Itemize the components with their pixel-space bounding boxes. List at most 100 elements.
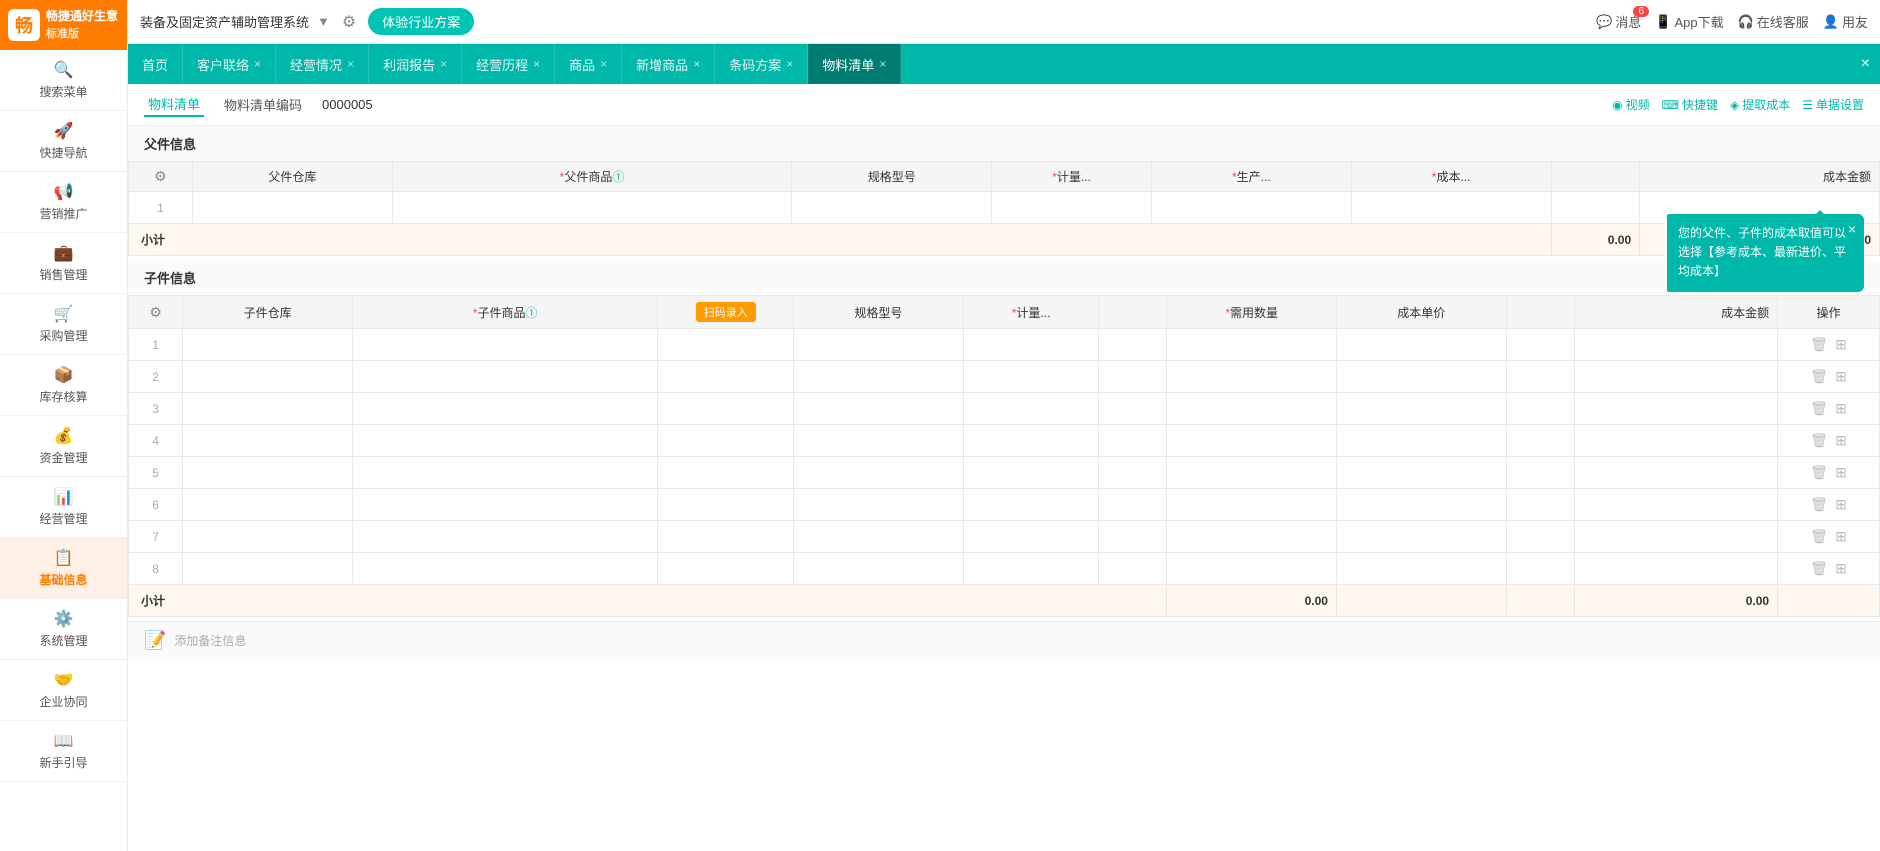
child-row-2-copy[interactable]: ⊞ (1835, 368, 1847, 384)
child-row-3-warehouse[interactable] (183, 393, 353, 425)
parent-row-1-produce[interactable] (1151, 192, 1351, 224)
child-row-3-spec[interactable] (794, 393, 964, 425)
child-row-6-delete[interactable]: 🗑 (1810, 496, 1828, 512)
topbar-select-arrow[interactable]: ▼ (317, 14, 330, 29)
tab-bom-close[interactable]: × (879, 57, 886, 71)
child-row-8-delete[interactable]: 🗑 (1810, 560, 1828, 576)
sidebar-item-search[interactable]: 🔍 搜索菜单 (0, 50, 127, 111)
tab-operations-close[interactable]: × (347, 57, 354, 71)
child-row-7-unit[interactable] (963, 521, 1099, 553)
child-row-5-warehouse[interactable] (183, 457, 353, 489)
message-button[interactable]: 💬 消息 6 (1596, 12, 1641, 31)
child-row-4-unit-cost[interactable] (1336, 425, 1506, 457)
child-row-6-copy[interactable]: ⊞ (1835, 496, 1847, 512)
child-row-7-delete[interactable]: 🗑 (1810, 528, 1828, 544)
view-action[interactable]: ◉ 视频 (1612, 96, 1650, 113)
child-row-5-copy[interactable]: ⊞ (1835, 464, 1847, 480)
user-avatar[interactable]: 👤 用友 (1823, 12, 1868, 31)
child-row-5-unit-cost[interactable] (1336, 457, 1506, 489)
child-row-1-unit-cost[interactable] (1336, 329, 1506, 361)
tab-bom[interactable]: 物料清单 × (808, 44, 901, 84)
sidebar-item-enterprise[interactable]: 🤝 企业协同 (0, 660, 127, 721)
scan-button[interactable]: 扫码录入 (696, 302, 756, 322)
sidebar-item-quick-nav[interactable]: 🚀 快捷导航 (0, 111, 127, 172)
child-row-5-delete[interactable]: 🗑 (1810, 464, 1828, 480)
sub-tab-bom[interactable]: 物料清单 (144, 92, 204, 117)
child-row-4-spec[interactable] (794, 425, 964, 457)
app-download-button[interactable]: 📱 App下载 (1655, 12, 1723, 31)
child-row-7-spec[interactable] (794, 521, 964, 553)
child-row-7-copy[interactable]: ⊞ (1835, 528, 1847, 544)
child-row-1-warehouse[interactable] (183, 329, 353, 361)
tab-goods[interactable]: 商品 × (555, 44, 622, 84)
child-row-8-unit-cost[interactable] (1336, 553, 1506, 585)
sidebar-item-sales[interactable]: 💼 销售管理 (0, 233, 127, 294)
child-row-6-unit[interactable] (963, 489, 1099, 521)
sidebar-item-purchase[interactable]: 🛒 采购管理 (0, 294, 127, 355)
child-row-7-warehouse[interactable] (183, 521, 353, 553)
sidebar-item-system[interactable]: ⚙️ 系统管理 (0, 599, 127, 660)
child-row-2-spec[interactable] (794, 361, 964, 393)
child-row-4-warehouse[interactable] (183, 425, 353, 457)
child-row-4-copy[interactable]: ⊞ (1835, 432, 1847, 448)
child-row-4-unit[interactable] (963, 425, 1099, 457)
parent-row-1-unit[interactable] (992, 192, 1152, 224)
child-row-1-spec[interactable] (794, 329, 964, 361)
experience-btn[interactable]: 体验行业方案 (368, 8, 474, 35)
parent-row-1-cost[interactable] (1351, 192, 1551, 224)
child-row-1-qty[interactable] (1167, 329, 1337, 361)
child-row-4-qty[interactable] (1167, 425, 1337, 457)
sidebar-item-finance[interactable]: 💰 资金管理 (0, 416, 127, 477)
child-row-2-delete[interactable]: 🗑 (1810, 368, 1828, 384)
child-row-1-unit[interactable] (963, 329, 1099, 361)
nav-next[interactable]: ▶ (427, 96, 450, 113)
child-row-3-unit[interactable] (963, 393, 1099, 425)
child-row-8-unit[interactable] (963, 553, 1099, 585)
sidebar-item-inventory[interactable]: 📦 库存核算 (0, 355, 127, 416)
parent-row-1-spec[interactable] (792, 192, 992, 224)
child-row-8-spec[interactable] (794, 553, 964, 585)
tab-goods-close[interactable]: × (600, 57, 607, 71)
tab-profit[interactable]: 利润报告 × (369, 44, 462, 84)
child-row-1-copy[interactable]: ⊞ (1835, 336, 1847, 352)
child-row-3-delete[interactable]: 🗑 (1810, 400, 1828, 416)
online-service-button[interactable]: 🎧 在线客服 (1738, 12, 1809, 31)
child-row-5-qty[interactable] (1167, 457, 1337, 489)
child-row-6-goods[interactable] (352, 489, 657, 521)
extract-cost-action[interactable]: ◈ 提取成本 (1730, 96, 1790, 113)
sidebar-item-operations[interactable]: 📊 经营管理 (0, 477, 127, 538)
child-row-8-goods[interactable] (352, 553, 657, 585)
tab-customer-close[interactable]: × (254, 57, 261, 71)
shortcut-action[interactable]: ⌨ 快捷键 (1662, 96, 1718, 113)
tab-profit-close[interactable]: × (440, 57, 447, 71)
child-row-3-goods[interactable] (352, 393, 657, 425)
child-row-3-qty[interactable] (1167, 393, 1337, 425)
single-settings-action[interactable]: ☰ 单据设置 (1802, 96, 1864, 113)
child-row-6-spec[interactable] (794, 489, 964, 521)
tooltip-close-button[interactable]: × (1848, 218, 1856, 240)
child-row-8-warehouse[interactable] (183, 553, 353, 585)
child-row-4-goods[interactable] (352, 425, 657, 457)
child-row-5-unit[interactable] (963, 457, 1099, 489)
parent-gear-icon[interactable]: ⚙ (154, 168, 167, 184)
tab-home[interactable]: 首页 (128, 44, 183, 84)
child-row-1-delete[interactable]: 🗑 (1810, 336, 1828, 352)
child-row-6-qty[interactable] (1167, 489, 1337, 521)
child-row-5-spec[interactable] (794, 457, 964, 489)
child-row-3-copy[interactable]: ⊞ (1835, 400, 1847, 416)
child-row-6-unit-cost[interactable] (1336, 489, 1506, 521)
sidebar-item-basic-info[interactable]: 📋 基础信息 (0, 538, 127, 599)
child-row-1-goods[interactable] (352, 329, 657, 361)
tab-customer[interactable]: 客户联络 × (183, 44, 276, 84)
child-row-5-goods[interactable] (352, 457, 657, 489)
child-row-2-goods[interactable] (352, 361, 657, 393)
topbar-gear[interactable]: ⚙ (338, 8, 360, 36)
tab-barcode-close[interactable]: × (786, 57, 793, 71)
tab-barcode[interactable]: 条码方案 × (715, 44, 808, 84)
bottom-bar-hint[interactable]: 添加备注信息 (174, 632, 246, 649)
child-row-4-delete[interactable]: 🗑 (1810, 432, 1828, 448)
child-row-6-warehouse[interactable] (183, 489, 353, 521)
child-row-8-qty[interactable] (1167, 553, 1337, 585)
sidebar-item-guide[interactable]: 📖 新手引导 (0, 721, 127, 782)
tab-history-close[interactable]: × (533, 57, 540, 71)
